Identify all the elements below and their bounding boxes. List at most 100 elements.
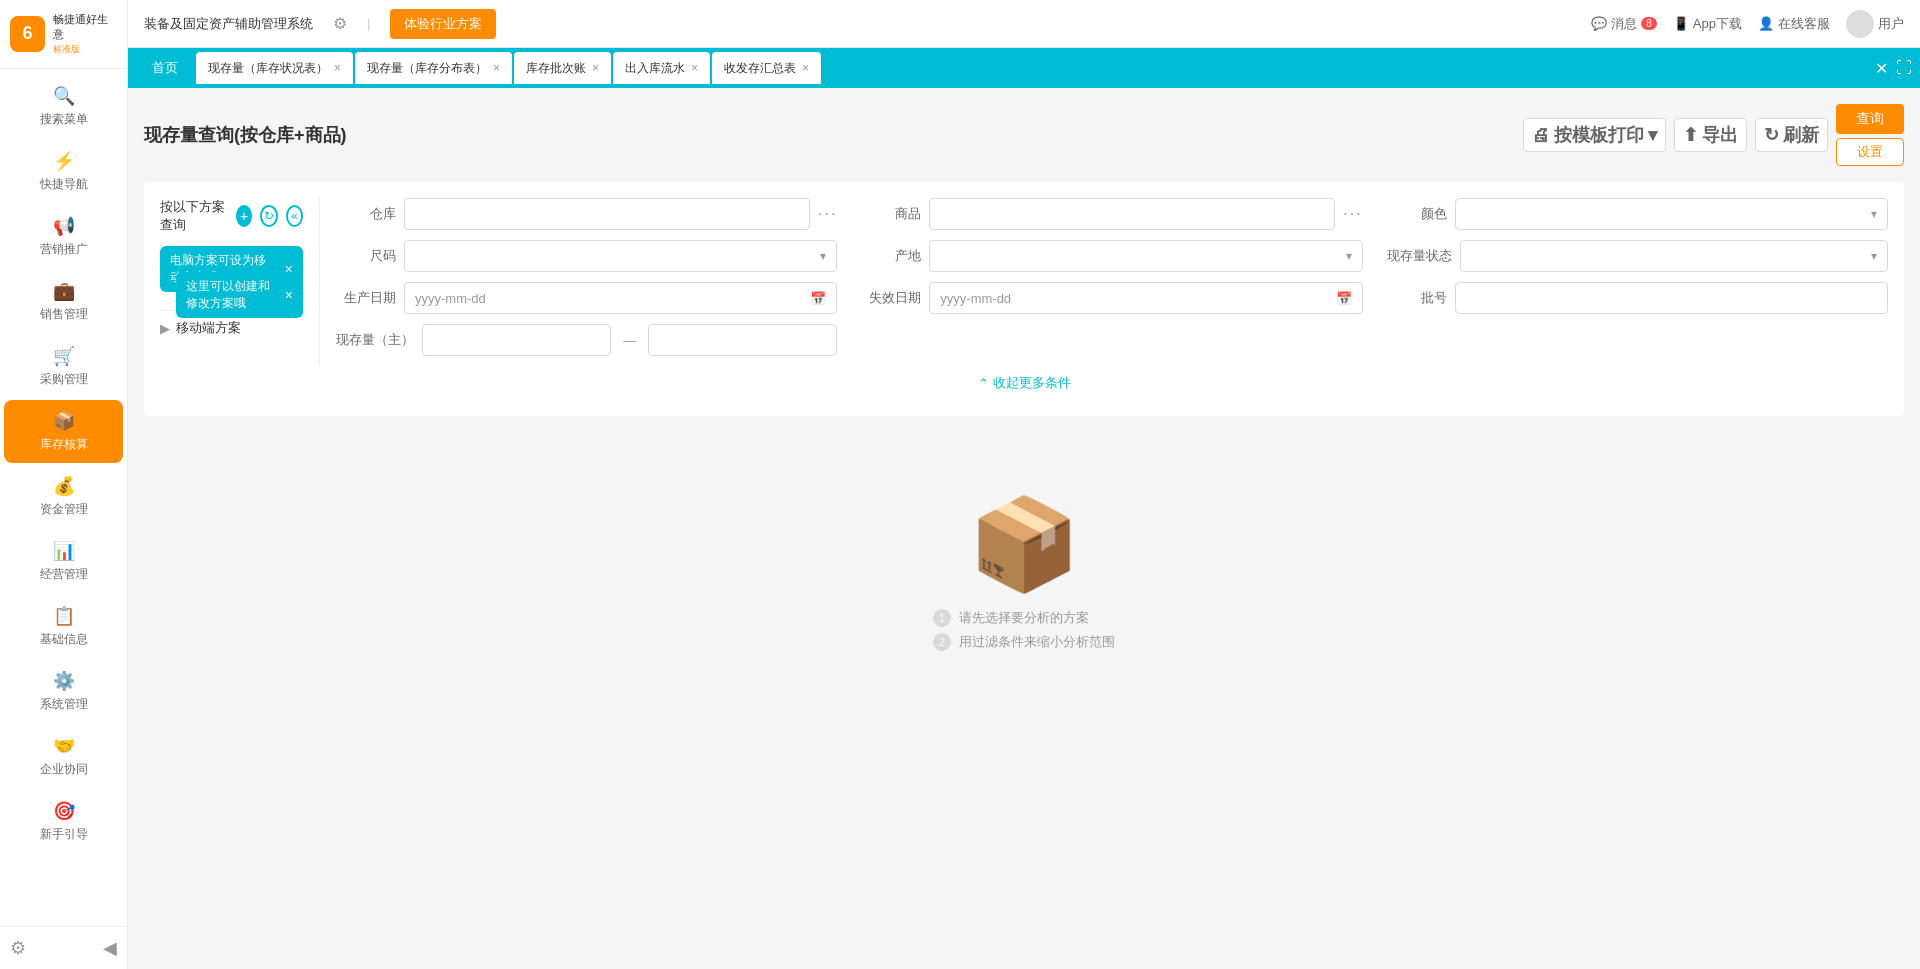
expire-date-start[interactable]: yyyy-mm-dd 📅 bbox=[929, 282, 1362, 314]
collapse-bar[interactable]: ⌃ 收起更多条件 bbox=[160, 366, 1888, 400]
filter-row-goods: 商品 ··· bbox=[861, 198, 1362, 230]
filter-row-origin: 产地 ▾ bbox=[861, 240, 1362, 272]
chevron-up-icon: ⌃ bbox=[978, 376, 989, 391]
color-select-arrow: ▾ bbox=[1871, 207, 1877, 221]
tab-label: 现存量（库存分布表） bbox=[367, 60, 487, 77]
set-button[interactable]: 设置 bbox=[1836, 138, 1904, 166]
origin-label: 产地 bbox=[861, 247, 921, 265]
sidebar-item-marketing[interactable]: 📢 营销推广 bbox=[4, 205, 123, 268]
print-icon: 🖨 bbox=[1532, 125, 1550, 146]
produce-date-start[interactable]: yyyy-mm-dd 📅 bbox=[404, 282, 837, 314]
sidebar-item-guide[interactable]: 🎯 新手引导 bbox=[4, 790, 123, 853]
settings-bottom-icon[interactable]: ⚙ bbox=[10, 937, 26, 959]
tab-label: 现存量（库存状况表） bbox=[208, 60, 328, 77]
tab-close-icon[interactable]: × bbox=[691, 61, 698, 75]
origin-select-arrow: ▾ bbox=[1346, 249, 1352, 263]
back-plan-button[interactable]: « bbox=[286, 205, 303, 227]
expire-date-label: 失效日期 bbox=[861, 289, 921, 307]
sidebar-item-inventory[interactable]: 📦 库存核算 bbox=[4, 400, 123, 463]
page-content: 现存量查询(按仓库+商品) 🖨 按模板打印 ▾ ⬆ 导出 ↻ 刷新 查询 设置 bbox=[128, 88, 1920, 969]
edit-tooltip-text: 这里可以创建和修改方案哦 bbox=[186, 278, 277, 312]
sidebar-item-quick[interactable]: ⚡ 快捷导航 bbox=[4, 140, 123, 203]
tab-receive-summary[interactable]: 收发存汇总表 × bbox=[712, 52, 821, 84]
sidebar-item-label: 采购管理 bbox=[40, 371, 88, 388]
message-label: 消息 bbox=[1611, 15, 1637, 33]
gear-icon[interactable]: ⚙ bbox=[333, 14, 347, 33]
template-print-button[interactable]: 🖨 按模板打印 ▾ bbox=[1523, 118, 1666, 152]
goods-dots[interactable]: ··· bbox=[1343, 205, 1362, 223]
expand-mobile-icon: ▶ bbox=[160, 321, 170, 336]
logo-icon: 6 bbox=[10, 16, 45, 52]
tab-inventory-dist[interactable]: 现存量（库存分布表） × bbox=[355, 52, 512, 84]
filter-header: 按以下方案查询 + ↻ « bbox=[160, 198, 303, 234]
batch-input[interactable] bbox=[1455, 282, 1888, 314]
tab-home[interactable]: 首页 bbox=[136, 52, 194, 84]
support-icon: 👤 bbox=[1758, 16, 1774, 31]
support-action[interactable]: 👤 在线客服 bbox=[1758, 15, 1830, 33]
sidebar-item-system[interactable]: ⚙️ 系统管理 bbox=[4, 660, 123, 723]
tab-close-icon[interactable]: × bbox=[493, 61, 500, 75]
filter-row-stock-status: 现存量状态 ▾ bbox=[1387, 240, 1888, 272]
sidebar-nav: 🔍 搜索菜单 ⚡ 快捷导航 📢 营销推广 💼 销售管理 🛒 采购管理 📦 库存核… bbox=[0, 69, 127, 926]
tab-label: 出入库流水 bbox=[625, 60, 685, 77]
inventory-icon: 📦 bbox=[53, 410, 75, 432]
export-button[interactable]: ⬆ 导出 bbox=[1674, 118, 1747, 152]
query-button[interactable]: 查询 bbox=[1836, 104, 1904, 134]
color-input[interactable]: ▾ bbox=[1455, 198, 1888, 230]
tab-in-out[interactable]: 出入库流水 × bbox=[613, 52, 710, 84]
stock-status-input[interactable]: ▾ bbox=[1460, 240, 1888, 272]
empty-state: 📦 1 请先选择要分析的方案 2 用过滤条件来缩小分析范围 bbox=[144, 432, 1904, 711]
refresh-button[interactable]: ↻ 刷新 bbox=[1755, 118, 1828, 152]
tab-close-icon[interactable]: × bbox=[592, 61, 599, 75]
sidebar-item-label: 快捷导航 bbox=[40, 176, 88, 193]
app-download-action[interactable]: 📱 App下载 bbox=[1673, 15, 1742, 33]
size-input[interactable]: ▾ bbox=[404, 240, 837, 272]
empty-illustration: 📦 bbox=[968, 492, 1080, 597]
sidebar-item-basic[interactable]: 📋 基础信息 bbox=[4, 595, 123, 658]
fullscreen-icon[interactable]: ⛶ bbox=[1896, 59, 1912, 78]
filter-section: 按以下方案查询 + ↻ « 电脑方案可设为移动方案哦 × ▼ bbox=[144, 182, 1904, 416]
tab-close-icon[interactable]: × bbox=[334, 61, 341, 75]
stock-status-label: 现存量状态 bbox=[1387, 247, 1452, 265]
message-action[interactable]: 💬 消息 8 bbox=[1591, 15, 1657, 33]
goods-input[interactable] bbox=[929, 198, 1335, 230]
filter-row-color: 颜色 ▾ bbox=[1387, 198, 1888, 230]
tip-num-2: 2 bbox=[933, 633, 951, 651]
stock-status-arrow: ▾ bbox=[1871, 249, 1877, 263]
sidebar-item-sales[interactable]: 💼 销售管理 bbox=[4, 270, 123, 333]
color-label: 颜色 bbox=[1387, 205, 1447, 223]
origin-input[interactable]: ▾ bbox=[929, 240, 1362, 272]
tab-batch-account[interactable]: 库存批次账 × bbox=[514, 52, 611, 84]
warehouse-label: 仓库 bbox=[336, 205, 396, 223]
refresh-plan-button[interactable]: ↻ bbox=[260, 205, 277, 227]
size-select-arrow: ▾ bbox=[820, 249, 826, 263]
warehouse-input[interactable] bbox=[404, 198, 810, 230]
user-label: 用户 bbox=[1878, 15, 1904, 33]
header-actions: 💬 消息 8 📱 App下载 👤 在线客服 用户 bbox=[1591, 10, 1904, 38]
filter-row-warehouse: 仓库 ··· bbox=[336, 198, 837, 230]
user-action[interactable]: 用户 bbox=[1846, 10, 1904, 38]
top-header: 装备及固定资产辅助管理系统 ⚙ | 体验行业方案 💬 消息 8 📱 App下载 … bbox=[128, 0, 1920, 48]
plan-item-mobile[interactable]: ▶ 移动端方案 bbox=[160, 315, 303, 341]
edit-tooltip-close[interactable]: × bbox=[285, 287, 293, 303]
produce-date-label: 生产日期 bbox=[336, 289, 396, 307]
collapse-sidebar-icon[interactable]: ◀ bbox=[103, 937, 117, 959]
tab-close-icon[interactable]: × bbox=[802, 61, 809, 75]
purchase-icon: 🛒 bbox=[53, 345, 75, 367]
close-all-tabs-icon[interactable]: ✕ bbox=[1875, 59, 1888, 78]
add-plan-button[interactable]: + bbox=[236, 205, 252, 227]
sidebar-item-label: 营销推广 bbox=[40, 241, 88, 258]
tab-inventory-status[interactable]: 现存量（库存状况表） × bbox=[196, 52, 353, 84]
sidebar-item-purchase[interactable]: 🛒 采购管理 bbox=[4, 335, 123, 398]
sidebar-item-operation[interactable]: 📊 经营管理 bbox=[4, 530, 123, 593]
sidebar-item-search[interactable]: 🔍 搜索菜单 bbox=[4, 75, 123, 138]
tip-text-1: 请先选择要分析的方案 bbox=[959, 609, 1089, 627]
trial-button[interactable]: 体验行业方案 bbox=[390, 9, 496, 39]
chevron-down-icon: ▾ bbox=[1648, 124, 1657, 146]
warehouse-dots[interactable]: ··· bbox=[818, 205, 837, 223]
sidebar-item-label: 资金管理 bbox=[40, 501, 88, 518]
sidebar-item-enterprise[interactable]: 🤝 企业协同 bbox=[4, 725, 123, 788]
stock-main-start[interactable] bbox=[422, 324, 611, 356]
stock-main-end[interactable] bbox=[648, 324, 837, 356]
sidebar-item-finance[interactable]: 💰 资金管理 bbox=[4, 465, 123, 528]
